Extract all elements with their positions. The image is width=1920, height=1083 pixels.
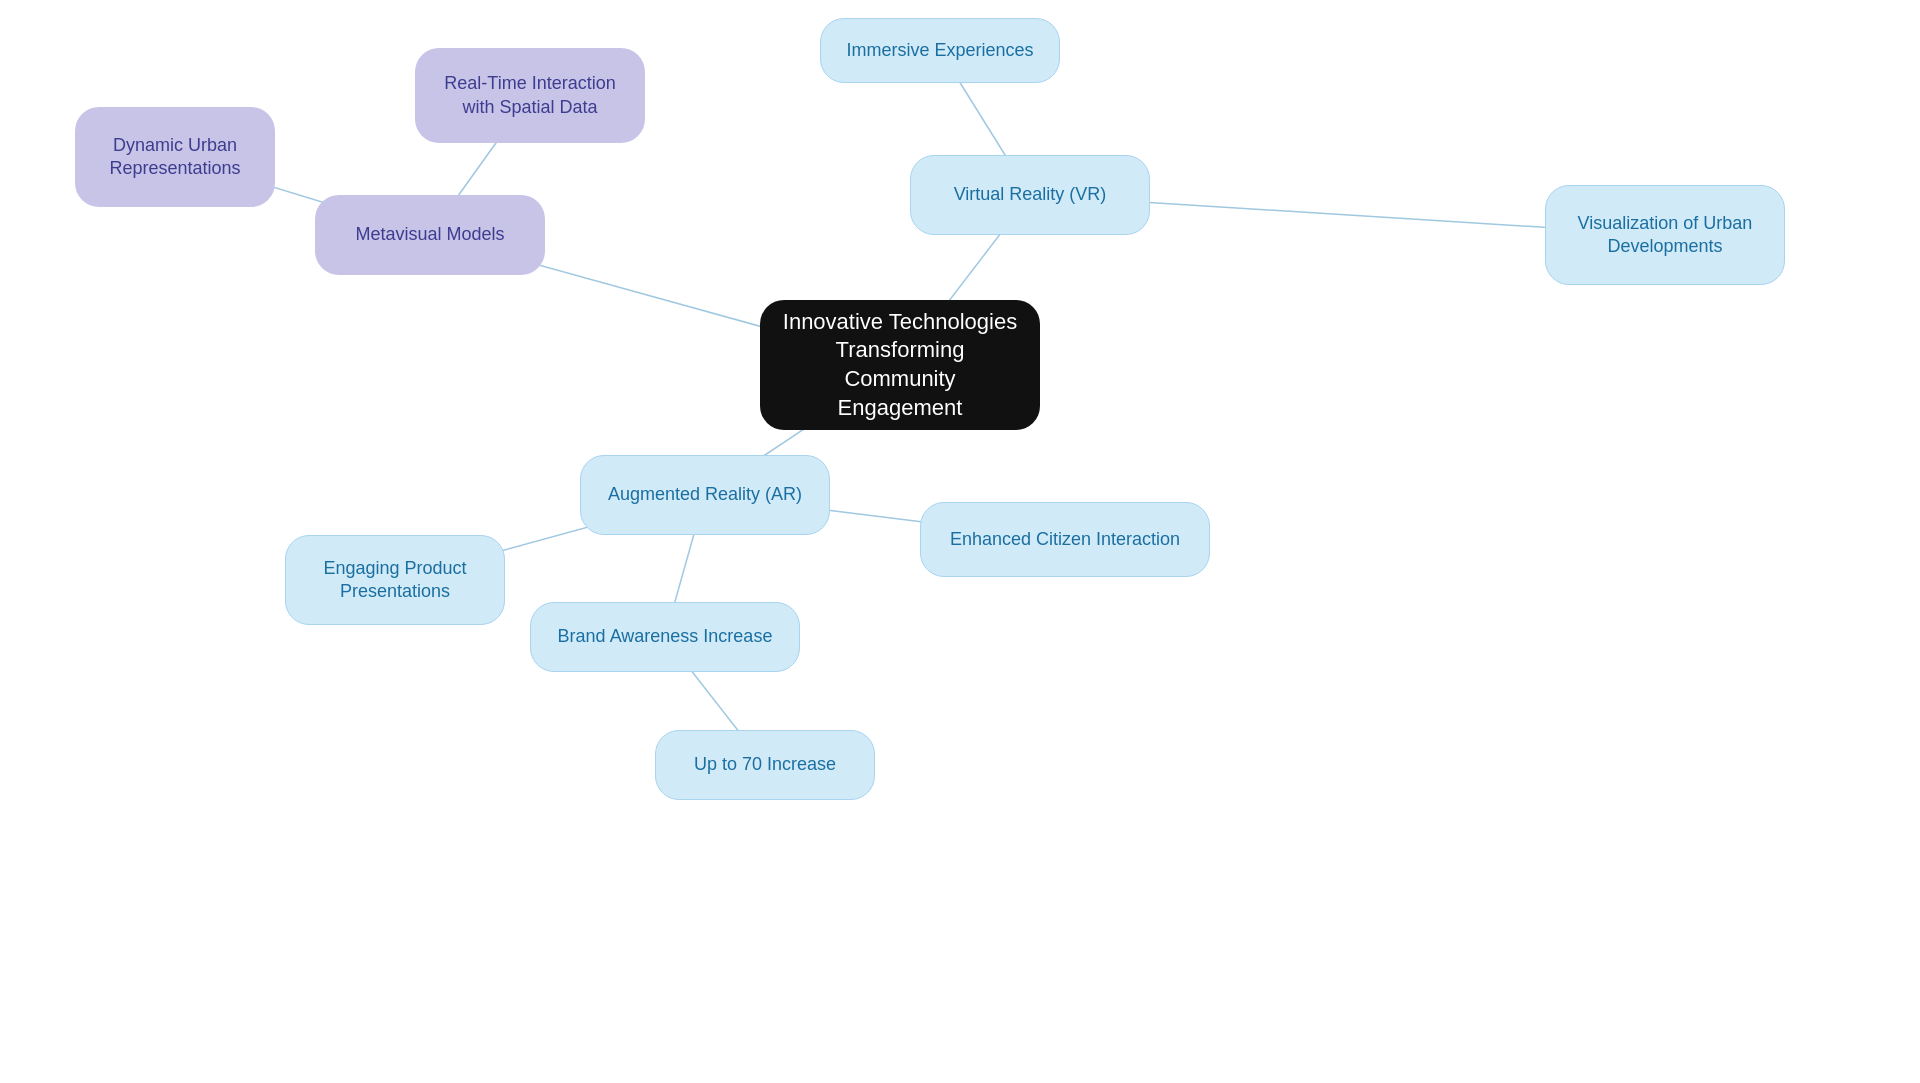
visualization-node[interactable]: Visualization of Urban Developments [1545,185,1785,285]
engaging-node-label: Engaging Product Presentations [306,557,484,604]
upto70-node[interactable]: Up to 70 Increase [655,730,875,800]
brand-node[interactable]: Brand Awareness Increase [530,602,800,672]
vr-node-label: Virtual Reality (VR) [954,183,1107,206]
brand-node-label: Brand Awareness Increase [558,625,773,648]
immersive-node[interactable]: Immersive Experiences [820,18,1060,83]
metavisual-node[interactable]: Metavisual Models [315,195,545,275]
center-node-label: Innovative Technologies Transforming Com… [780,308,1020,422]
engaging-node[interactable]: Engaging Product Presentations [285,535,505,625]
dynamic-node-label: Dynamic Urban Representations [95,134,255,181]
enhanced-node-label: Enhanced Citizen Interaction [950,528,1180,551]
upto70-node-label: Up to 70 Increase [694,753,836,776]
realtime-node-label: Real-Time Interaction with Spatial Data [435,72,625,119]
ar-node-label: Augmented Reality (AR) [608,483,802,506]
ar-node[interactable]: Augmented Reality (AR) [580,455,830,535]
vr-node[interactable]: Virtual Reality (VR) [910,155,1150,235]
realtime-node[interactable]: Real-Time Interaction with Spatial Data [415,48,645,143]
visualization-node-label: Visualization of Urban Developments [1566,212,1764,259]
enhanced-node[interactable]: Enhanced Citizen Interaction [920,502,1210,577]
immersive-node-label: Immersive Experiences [846,39,1033,62]
dynamic-node[interactable]: Dynamic Urban Representations [75,107,275,207]
metavisual-node-label: Metavisual Models [355,223,504,246]
center-node[interactable]: Innovative Technologies Transforming Com… [760,300,1040,430]
